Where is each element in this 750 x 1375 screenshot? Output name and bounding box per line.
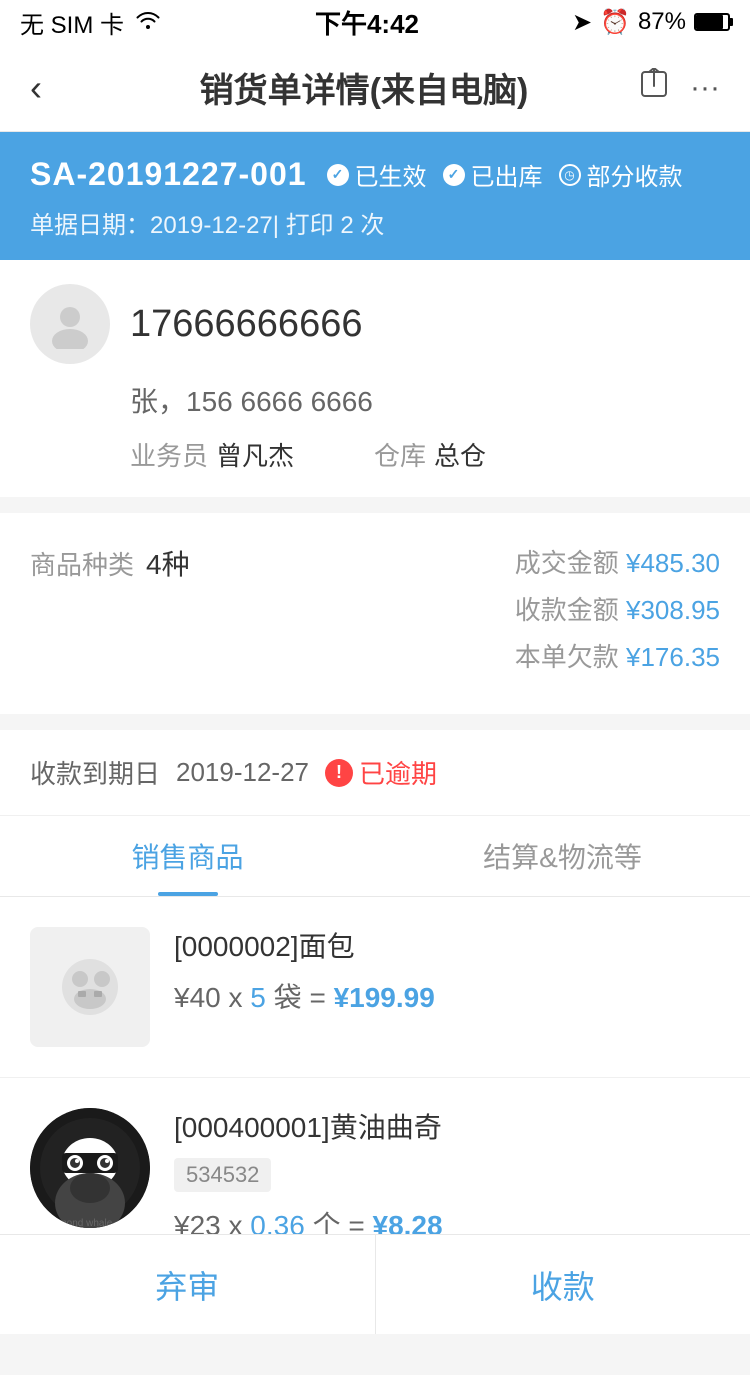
debt-amount-row: 本单欠款 ¥176.35 <box>515 637 720 674</box>
customer-meta: 业务员 曾凡杰 仓库 总仓 <box>30 436 720 473</box>
status-badges: ✓ 已生效 ✓ 已出库 ◷ 部分收款 <box>327 157 683 192</box>
check-icon-2: ✓ <box>443 164 465 186</box>
tabs-section: 销售商品 结算&物流等 <box>0 816 750 897</box>
summary-left: 商品种类 4种 <box>30 543 190 583</box>
due-date-value: 2019-12-27 <box>176 757 309 788</box>
status-left: 无 SIM 卡 <box>20 5 162 40</box>
overdue-badge: ! 已逾期 <box>325 754 437 791</box>
alarm-icon: ⏰ <box>600 8 630 37</box>
nav-bar: ‹ 销货单详情(来自电脑) ··· <box>0 44 750 132</box>
product-type-label: 商品种类 <box>30 545 134 582</box>
status-time: 下午4:42 <box>315 4 419 41</box>
svg-text:diamond whale: diamond whale <box>45 1218 113 1228</box>
debt-amount: ¥176.35 <box>626 642 720 672</box>
summary-right: 成交金额 ¥485.30 收款金额 ¥308.95 本单欠款 ¥176.35 <box>515 543 720 684</box>
product-thumb-2: diamond whale <box>30 1108 150 1228</box>
product-info-2: [000400001]黄油曲奇 534532 ¥23 x 0.36 个 = ¥8… <box>174 1108 720 1244</box>
warehouse-label: 仓库 <box>374 436 426 473</box>
avatar <box>30 284 110 364</box>
clock-icon: ◷ <box>559 164 581 186</box>
print-info: | 打印 2 次 <box>273 212 385 239</box>
status-bar: 无 SIM 卡 下午4:42 ➤ ⏰ 87% <box>0 0 750 44</box>
product-count-value: 4种 <box>146 543 190 583</box>
battery-text: 87% <box>638 8 686 36</box>
deal-amount: ¥485.30 <box>626 548 720 578</box>
order-id: SA-20191227-001 <box>30 156 307 193</box>
due-section: 收款到期日 2019-12-27 ! 已逾期 <box>0 730 750 816</box>
status-right: ➤ ⏰ 87% <box>572 8 730 37</box>
badge-shipped: ✓ 已出库 <box>443 157 543 192</box>
receipt-amount-row: 收款金额 ¥308.95 <box>515 590 720 627</box>
location-icon: ➤ <box>572 8 592 37</box>
overdue-text: 已逾期 <box>359 754 437 791</box>
warehouse-value: 总仓 <box>434 436 486 473</box>
deal-label: 成交金额 <box>515 548 619 578</box>
sales-person: 曾凡杰 <box>216 436 294 473</box>
product-qty-1: 5 <box>250 982 266 1013</box>
order-date: 2019-12-27 <box>150 212 273 239</box>
tab-settlement-logistics[interactable]: 结算&物流等 <box>375 816 750 896</box>
customer-contact: 张，156 6666 6666 <box>30 380 720 420</box>
product-item-1: [0000002]面包 ¥40 x 5 袋 = ¥199.99 <box>0 897 750 1078</box>
summary-section: 商品种类 4种 成交金额 ¥485.30 收款金额 ¥308.95 本单欠款 ¥… <box>0 513 750 714</box>
share-button[interactable] <box>638 68 670 108</box>
due-date-label: 收款到期日 <box>30 754 160 791</box>
overdue-icon: ! <box>325 759 353 787</box>
product-thumb-1 <box>30 927 150 1047</box>
page-title: 销货单详情(来自电脑) <box>90 63 638 112</box>
sales-label: 业务员 <box>130 436 208 473</box>
summary-grid: 商品种类 4种 成交金额 ¥485.30 收款金额 ¥308.95 本单欠款 ¥… <box>30 543 720 684</box>
product-name-2: [000400001]黄油曲奇 <box>174 1108 720 1147</box>
product-count: 商品种类 4种 <box>30 543 190 583</box>
bottom-bar: 弃审 收款 <box>0 1234 750 1334</box>
header-banner: SA-20191227-001 ✓ 已生效 ✓ 已出库 ◷ 部分收款 单据日期：… <box>0 132 750 260</box>
date-label: 单据日期： <box>30 212 150 239</box>
back-button[interactable]: ‹ <box>30 67 90 109</box>
collect-payment-button[interactable]: 收款 <box>376 1235 750 1334</box>
product-name-1: [0000002]面包 <box>174 927 720 966</box>
product-info-1: [0000002]面包 ¥40 x 5 袋 = ¥199.99 <box>174 927 720 1016</box>
product-total-1: ¥199.99 <box>334 982 435 1013</box>
product-sku-2: 534532 <box>174 1158 271 1192</box>
receipt-label: 收款金额 <box>515 595 619 625</box>
header-row1: SA-20191227-001 ✓ 已生效 ✓ 已出库 ◷ 部分收款 <box>30 156 720 193</box>
product-price-1: ¥40 x 5 袋 = ¥199.99 <box>174 976 720 1016</box>
tab-sales-products[interactable]: 销售商品 <box>0 816 375 896</box>
receipt-amount: ¥308.95 <box>626 595 720 625</box>
header-date-row: 单据日期：2019-12-27| 打印 2 次 <box>30 205 720 240</box>
products-section: [0000002]面包 ¥40 x 5 袋 = ¥199.99 <box>0 897 750 1275</box>
customer-id: 17666666666 <box>130 303 362 346</box>
more-button[interactable]: ··· <box>690 71 720 105</box>
check-icon-1: ✓ <box>327 164 349 186</box>
carrier-text: 无 SIM 卡 <box>20 5 124 40</box>
badge-partial-payment: ◷ 部分收款 <box>559 157 683 192</box>
customer-section: 17666666666 张，156 6666 6666 业务员 曾凡杰 仓库 总… <box>0 260 750 497</box>
deal-amount-row: 成交金额 ¥485.30 <box>515 543 720 580</box>
debt-label: 本单欠款 <box>515 642 619 672</box>
customer-name-row: 17666666666 <box>30 284 720 364</box>
nav-actions: ··· <box>638 68 720 108</box>
wifi-icon <box>134 8 162 36</box>
badge-effective: ✓ 已生效 <box>327 157 427 192</box>
battery-icon <box>694 13 730 31</box>
discard-review-button[interactable]: 弃审 <box>0 1235 376 1334</box>
